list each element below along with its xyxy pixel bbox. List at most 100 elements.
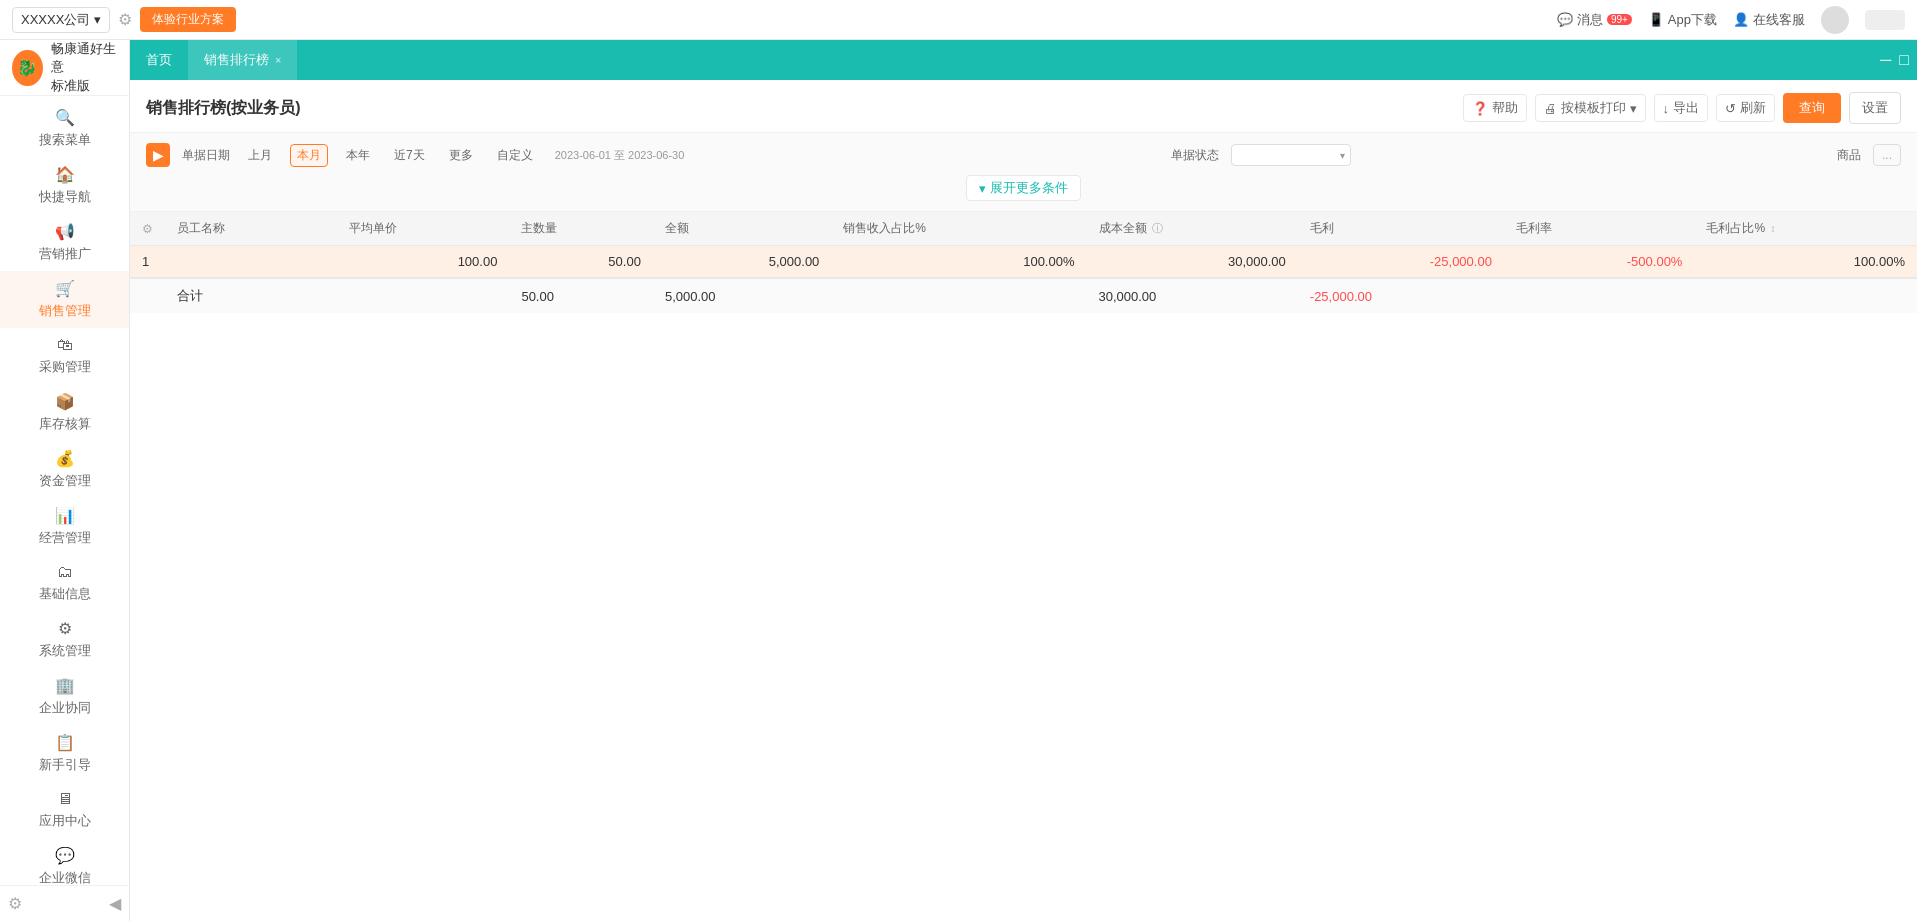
filter-row-2: ▾ 展开更多条件 bbox=[146, 175, 1901, 201]
cell-avg-price: 100.00 bbox=[337, 246, 509, 279]
status-select[interactable] bbox=[1231, 144, 1351, 166]
date-more-btn[interactable]: 更多 bbox=[443, 145, 479, 166]
sidebar-settings-icon[interactable]: ⚙ bbox=[8, 894, 22, 913]
tab-bar: 首页 销售排行榜 × ─ □ bbox=[130, 40, 1917, 80]
filter-toggle-icon[interactable]: ▶ bbox=[146, 143, 170, 167]
sidebar-label-sales: 销售管理 bbox=[39, 302, 91, 320]
table-wrapper: ⚙ 员工名称 平均单价 主数量 全额 销售收入占比% 成本全额 ⓘ 毛利 毛利率… bbox=[130, 212, 1917, 921]
sidebar-label-quicknav: 快捷导航 bbox=[39, 188, 91, 206]
window-maximize-icon[interactable]: □ bbox=[1899, 51, 1909, 69]
goods-filter-label: 商品 bbox=[1837, 147, 1861, 164]
page-actions: ❓ 帮助 🖨 按模板打印 ▾ ↓ 导出 ↺ 刷新 bbox=[1463, 92, 1902, 124]
window-minimize-icon[interactable]: ─ bbox=[1880, 51, 1891, 69]
basic-icon: 🗂 bbox=[57, 563, 73, 581]
col-settings[interactable]: ⚙ bbox=[130, 212, 165, 246]
tab-close-icon[interactable]: × bbox=[275, 54, 281, 66]
expand-conditions-btn[interactable]: ▾ 展开更多条件 bbox=[966, 175, 1081, 201]
footer-qty: 50.00 bbox=[509, 278, 653, 313]
cell-name bbox=[165, 246, 337, 279]
sales-icon: 🛒 bbox=[55, 279, 75, 298]
sidebar-item-search[interactable]: 🔍搜索菜单 bbox=[0, 100, 129, 157]
avatar[interactable] bbox=[1821, 6, 1849, 34]
footer-label: 合计 bbox=[165, 278, 337, 313]
table-row: 1 100.00 50.00 5,000.00 100.00% 30,000.0… bbox=[130, 246, 1917, 279]
sidebar-item-enterprise[interactable]: 🏢企业协同 bbox=[0, 668, 129, 725]
page-title: 销售排行榜(按业务员) bbox=[146, 98, 301, 119]
sidebar-bottom: ⚙ ◀ bbox=[0, 885, 129, 921]
sidebar-label-inventory: 库存核算 bbox=[39, 415, 91, 433]
refresh-icon: ↺ bbox=[1725, 101, 1736, 116]
cell-sales-pct: 100.00% bbox=[831, 246, 1086, 279]
date-current-btn[interactable]: 本月 bbox=[290, 144, 328, 167]
sidebar-label-marketing: 营销推广 bbox=[39, 245, 91, 263]
cost-info-icon[interactable]: ⓘ bbox=[1152, 222, 1163, 234]
message-button[interactable]: 💬 消息 99+ bbox=[1557, 11, 1632, 29]
sidebar-item-basic[interactable]: 🗂 基础信息 bbox=[0, 555, 129, 611]
trial-button[interactable]: 体验行业方案 bbox=[140, 7, 236, 32]
app-icon: 📱 bbox=[1648, 12, 1664, 27]
status-filter-label: 单据状态 bbox=[1171, 147, 1219, 164]
status-select-wrapper: ▾ bbox=[1231, 144, 1351, 166]
enterprise-icon: 🏢 bbox=[55, 676, 75, 695]
col-gross: 毛利 bbox=[1298, 212, 1504, 246]
tab-bar-right: ─ □ bbox=[1880, 51, 1917, 69]
cell-gross-rate: -500.00% bbox=[1504, 246, 1695, 279]
cell-total: 5,000.00 bbox=[653, 246, 831, 279]
setting-button[interactable]: 设置 bbox=[1849, 92, 1901, 124]
chevron-down-icon: ▾ bbox=[1630, 101, 1637, 116]
logo-text: 畅康通好生意 标准版 bbox=[51, 40, 117, 95]
sidebar-item-operations[interactable]: 📊经营管理 bbox=[0, 498, 129, 555]
main-layout: 🐉 畅康通好生意 标准版 🔍搜索菜单🏠快捷导航 📢 营销推广 🛒 销售管理 🛍 采购管理 📦库… bbox=[0, 40, 1917, 921]
online-service-button[interactable]: 👤 在线客服 bbox=[1733, 11, 1805, 29]
wechat-icon: 💬 bbox=[55, 846, 75, 865]
date-custom-btn[interactable]: 自定义 bbox=[491, 145, 539, 166]
sidebar-item-inventory[interactable]: 📦库存核算 bbox=[0, 384, 129, 441]
sidebar-label-basic: 基础信息 bbox=[39, 585, 91, 603]
gross-pct-sort-icon[interactable]: ↕ bbox=[1770, 223, 1775, 234]
tab-home[interactable]: 首页 bbox=[130, 40, 188, 80]
query-button[interactable]: 查询 bbox=[1783, 93, 1841, 123]
help-button[interactable]: ❓ 帮助 bbox=[1463, 94, 1527, 122]
top-bar: XXXXX公司 ▾ ⚙ 体验行业方案 💬 消息 99+ 📱 App下载 👤 在线… bbox=[0, 0, 1917, 40]
cell-gross: -25,000.00 bbox=[1298, 246, 1504, 279]
date-7days-btn[interactable]: 近7天 bbox=[388, 145, 431, 166]
refresh-button[interactable]: ↺ 刷新 bbox=[1716, 94, 1775, 122]
export-icon: ↓ bbox=[1663, 101, 1670, 116]
sidebar-label-appstore: 应用中心 bbox=[39, 812, 91, 830]
company-selector[interactable]: XXXXX公司 ▾ bbox=[12, 7, 110, 33]
sidebar-item-quicknav[interactable]: 🏠快捷导航 bbox=[0, 157, 129, 214]
print-button[interactable]: 🖨 按模板打印 ▾ bbox=[1535, 94, 1646, 122]
table-header-row: ⚙ 员工名称 平均单价 主数量 全额 销售收入占比% 成本全额 ⓘ 毛利 毛利率… bbox=[130, 212, 1917, 246]
sidebar-item-appstore[interactable]: 🖥应用中心 bbox=[0, 782, 129, 838]
sidebar-item-guide[interactable]: 📋新手引导 bbox=[0, 725, 129, 782]
date-thisyear-btn[interactable]: 本年 bbox=[340, 145, 376, 166]
footer-gross: -25,000.00 bbox=[1298, 278, 1504, 313]
settings-icon[interactable]: ⚙ bbox=[118, 10, 132, 29]
page-content: 销售排行榜(按业务员) ❓ 帮助 🖨 按模板打印 ▾ ↓ 导出 bbox=[130, 80, 1917, 921]
sidebar-item-finance[interactable]: 💰资金管理 bbox=[0, 441, 129, 498]
col-total: 全额 bbox=[653, 212, 831, 246]
export-button[interactable]: ↓ 导出 bbox=[1654, 94, 1709, 122]
sidebar-item-sales[interactable]: 🛒 销售管理 bbox=[0, 271, 129, 328]
date-prev-btn[interactable]: 上月 bbox=[242, 145, 278, 166]
footer-settings bbox=[130, 278, 165, 313]
goods-selector[interactable]: ... bbox=[1873, 144, 1901, 166]
tab-sales-ranking[interactable]: 销售排行榜 × bbox=[188, 40, 297, 80]
sidebar-item-marketing[interactable]: 📢 营销推广 bbox=[0, 214, 129, 271]
purchase-icon: 🛍 bbox=[57, 336, 73, 354]
filter-row-1: ▶ 单据日期 上月 本月 本年 近7天 更多 自定义 2023-06-01 至 … bbox=[146, 143, 1901, 167]
sidebar-collapse-icon[interactable]: ◀ bbox=[109, 894, 121, 913]
sidebar-item-wechat[interactable]: 💬企业微信 bbox=[0, 838, 129, 885]
system-icon: ⚙ bbox=[58, 619, 72, 638]
message-badge: 99+ bbox=[1607, 14, 1632, 25]
app-download-button[interactable]: 📱 App下载 bbox=[1648, 11, 1717, 29]
sidebar-label-finance: 资金管理 bbox=[39, 472, 91, 490]
sidebar-item-purchase[interactable]: 🛍 采购管理 bbox=[0, 328, 129, 384]
sidebar-nav: 🔍搜索菜单🏠快捷导航 📢 营销推广 🛒 销售管理 🛍 采购管理 📦库存核算💰资金管理📊经营管理… bbox=[0, 96, 129, 885]
col-gross-pct: 毛利占比% ↕ bbox=[1694, 212, 1917, 246]
sidebar-label-purchase: 采购管理 bbox=[39, 358, 91, 376]
sidebar-item-system[interactable]: ⚙系统管理 bbox=[0, 611, 129, 668]
marketing-icon: 📢 bbox=[55, 222, 75, 241]
chevron-down-icon: ▾ bbox=[94, 12, 101, 27]
sidebar-logo: 🐉 畅康通好生意 标准版 bbox=[0, 40, 129, 96]
